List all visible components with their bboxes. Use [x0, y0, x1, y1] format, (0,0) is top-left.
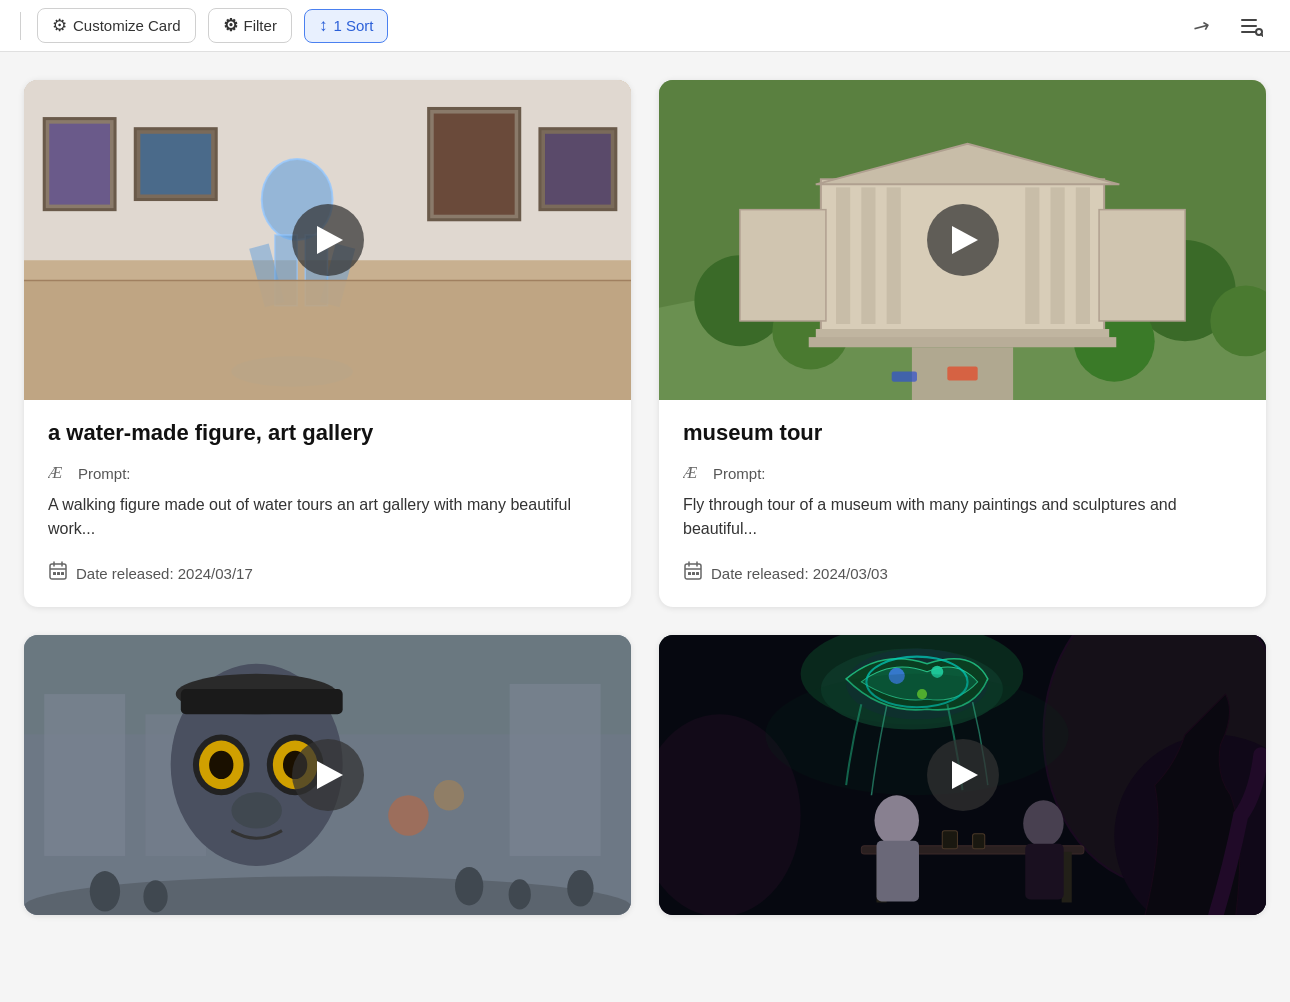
calendar-icon-water: [48, 561, 68, 585]
partial-card-grid: [0, 635, 1290, 943]
filter-button[interactable]: ⚙ Filter: [208, 8, 292, 43]
sort-label: 1 Sort: [333, 17, 373, 34]
svg-rect-60: [688, 572, 691, 575]
play-triangle-museum: [952, 226, 978, 254]
card-body-museum: museum tour Æ Prompt: Fly through tour o…: [659, 400, 1266, 607]
search-list-icon: [1239, 15, 1263, 37]
card-prompt-row-museum: Æ Prompt:: [683, 462, 1242, 485]
card-prompt-row-water: Æ Prompt:: [48, 462, 607, 485]
prompt-icon-water: Æ: [48, 462, 70, 485]
svg-text:Æ: Æ: [48, 464, 62, 480]
card-thumbnail-creature[interactable]: [24, 635, 631, 915]
svg-line-4: [1261, 34, 1263, 37]
svg-rect-31: [57, 572, 60, 575]
toolbar: ⚙ Customize Card ⚙ Filter ↕ 1 Sort ↗: [0, 0, 1290, 52]
calendar-icon-museum: [683, 561, 703, 585]
svg-rect-30: [53, 572, 56, 575]
play-overlay-alien-lounge[interactable]: [659, 635, 1266, 915]
share-button[interactable]: ↗: [1182, 7, 1220, 45]
play-triangle-alien-lounge: [952, 761, 978, 789]
card-thumbnail-alien-lounge[interactable]: [659, 635, 1266, 915]
date-label-museum: Date released: 2024/03/03: [711, 565, 888, 582]
card-date-row-museum: Date released: 2024/03/03: [683, 561, 1242, 585]
card-thumbnail-water[interactable]: [24, 80, 631, 400]
card-creature: [24, 635, 631, 915]
card-water-figure: a water-made figure, art gallery Æ Promp…: [24, 80, 631, 607]
search-list-button[interactable]: [1232, 7, 1270, 45]
svg-rect-56: [685, 564, 701, 579]
play-overlay-museum[interactable]: [659, 80, 1266, 400]
play-button-creature[interactable]: [292, 739, 364, 811]
svg-rect-32: [61, 572, 64, 575]
prompt-icon-museum: Æ: [683, 462, 705, 485]
play-overlay-water[interactable]: [24, 80, 631, 400]
sort-button[interactable]: ↕ 1 Sort: [304, 9, 389, 43]
card-prompt-text-water: A walking figure made out of water tours…: [48, 493, 607, 541]
toolbar-left-divider: [20, 12, 21, 40]
card-museum-tour: museum tour Æ Prompt: Fly through tour o…: [659, 80, 1266, 607]
play-button-water[interactable]: [292, 204, 364, 276]
svg-rect-62: [696, 572, 699, 575]
play-button-alien-lounge[interactable]: [927, 739, 999, 811]
svg-rect-61: [692, 572, 695, 575]
sort-icon: ↕: [319, 16, 328, 36]
play-overlay-creature[interactable]: [24, 635, 631, 915]
customize-card-label: Customize Card: [73, 17, 181, 34]
card-title-water: a water-made figure, art gallery: [48, 420, 607, 446]
card-alien-lounge: [659, 635, 1266, 915]
card-title-museum: museum tour: [683, 420, 1242, 446]
card-prompt-text-museum: Fly through tour of a museum with many p…: [683, 493, 1242, 541]
play-triangle-creature: [317, 761, 343, 789]
filter-icon: ⚙: [223, 15, 238, 36]
card-thumbnail-museum[interactable]: [659, 80, 1266, 400]
customize-card-button[interactable]: ⚙ Customize Card: [37, 8, 196, 43]
play-triangle-water: [317, 226, 343, 254]
share-icon: ↗: [1188, 11, 1215, 40]
svg-rect-26: [50, 564, 66, 579]
prompt-label-museum: Prompt:: [713, 465, 766, 482]
gear-icon: ⚙: [52, 15, 67, 36]
prompt-label-water: Prompt:: [78, 465, 131, 482]
card-body-water: a water-made figure, art gallery Æ Promp…: [24, 400, 631, 607]
card-grid: a water-made figure, art gallery Æ Promp…: [0, 52, 1290, 635]
date-label-water: Date released: 2024/03/17: [76, 565, 253, 582]
svg-text:Æ: Æ: [683, 464, 697, 480]
card-date-row-water: Date released: 2024/03/17: [48, 561, 607, 585]
play-button-museum[interactable]: [927, 204, 999, 276]
filter-label: Filter: [244, 17, 277, 34]
